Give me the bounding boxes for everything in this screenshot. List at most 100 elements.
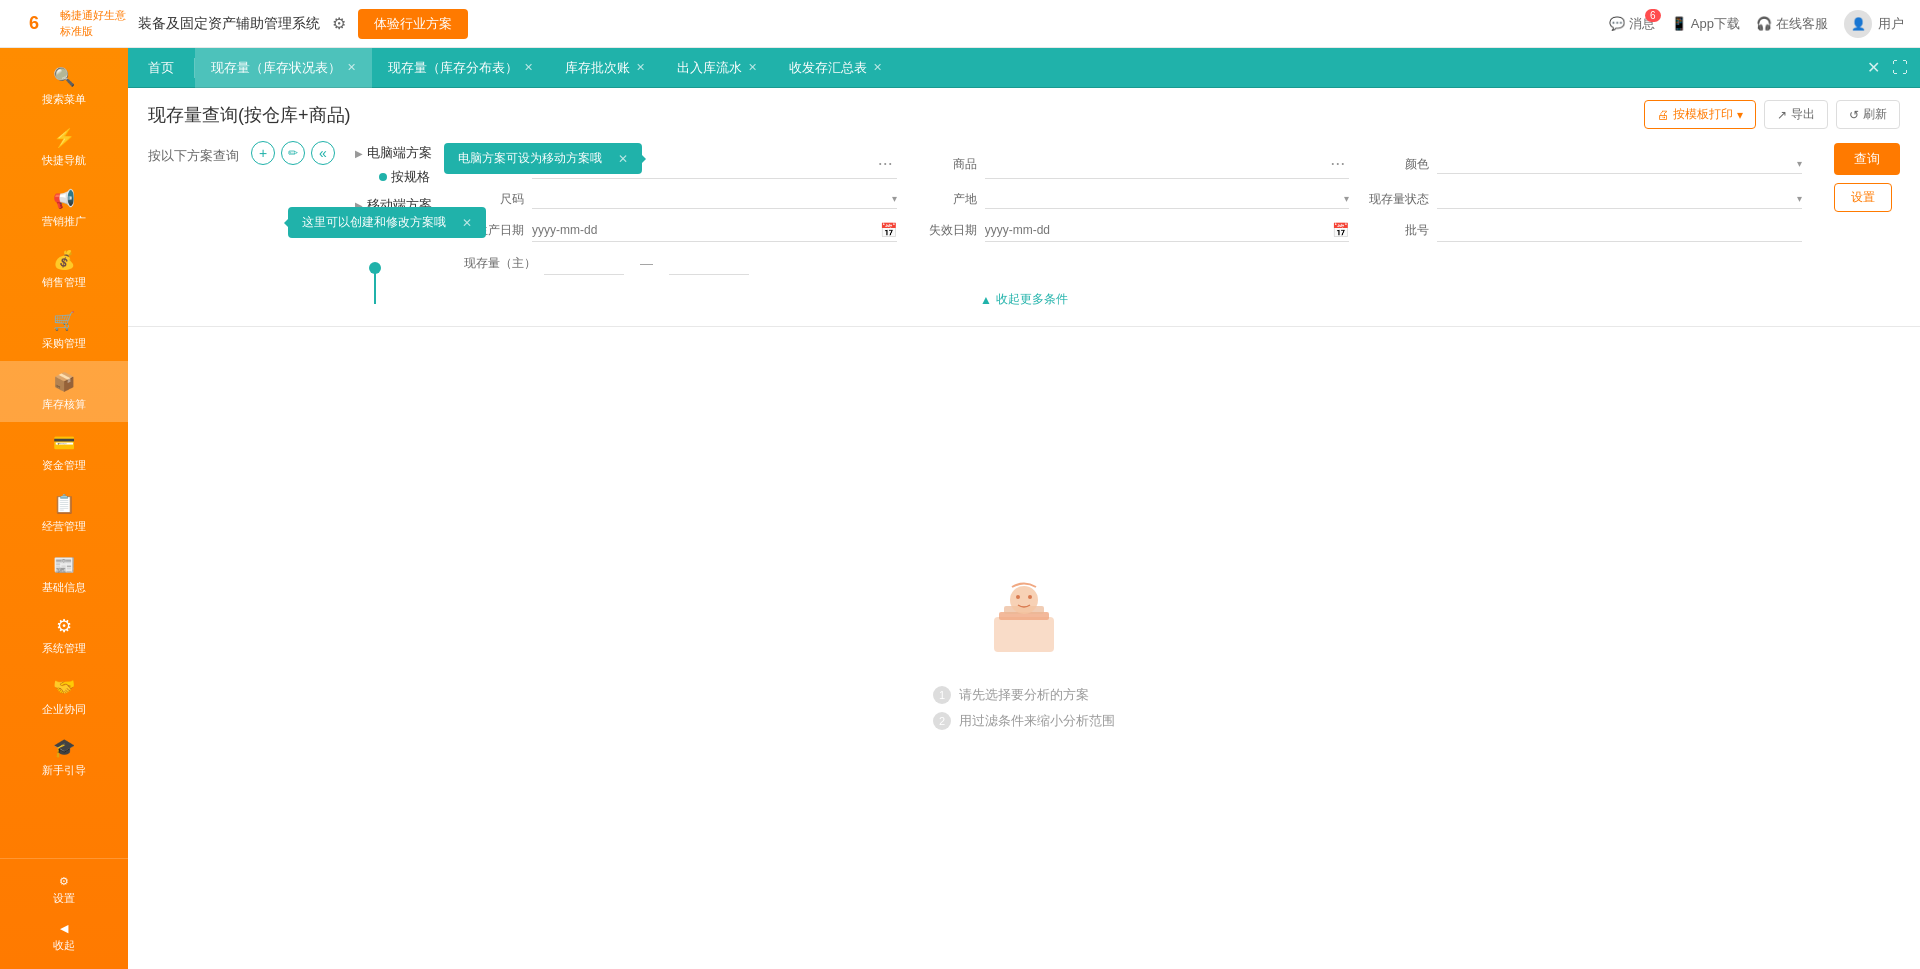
top-bar: 6 畅捷通好生意 标准版 装备及固定资产辅助管理系统 ⚙ 体验行业方案 💬 消息… <box>0 0 1920 48</box>
collapse-up-icon: ▲ <box>980 293 992 307</box>
arrow-right-icon: ▶ <box>355 148 363 159</box>
tab-close-all-icon[interactable]: ✕ <box>1863 54 1884 81</box>
app-container: 6 畅捷通好生意 标准版 装备及固定资产辅助管理系统 ⚙ 体验行业方案 💬 消息… <box>0 0 1920 969</box>
system-name: 装备及固定资产辅助管理系统 <box>138 15 320 33</box>
filter-size: 尺码 ▾ <box>464 189 897 209</box>
svg-point-3 <box>1010 586 1038 614</box>
goods-dots[interactable]: ··· <box>1326 153 1349 174</box>
sidebar-collapse-btn[interactable]: ◀ 收起 <box>0 914 128 961</box>
production-date-input-wrap: 📅 <box>532 219 897 242</box>
back-scheme-btn[interactable]: « <box>311 141 335 165</box>
stock-status-label: 现存量状态 <box>1369 191 1429 208</box>
empty-illustration <box>974 562 1074 662</box>
app-download-btn[interactable]: 📱 App下载 <box>1671 15 1740 33</box>
topbar-right: 💬 消息 6 📱 App下载 🎧 在线客服 👤 用户 <box>1609 10 1904 38</box>
sidebar-item-base[interactable]: 📰 基础信息 <box>0 544 128 605</box>
svg-point-4 <box>1016 595 1020 599</box>
tooltip1-close[interactable]: ✕ <box>618 152 628 166</box>
print-btn[interactable]: 🖨 按模板打印 ▾ <box>1644 100 1756 129</box>
industry-btn[interactable]: 体验行业方案 <box>358 9 468 39</box>
avatar: 👤 <box>1844 10 1872 38</box>
step2-num: 2 <box>933 712 951 730</box>
sidebar-item-search[interactable]: 🔍 搜索菜单 <box>0 56 128 117</box>
print-chevron-icon: ▾ <box>1737 108 1743 122</box>
tab-bar: 首页 现存量（库存状况表） ✕ 现存量（库存分布表） ✕ 库存批次账 ✕ 出入库… <box>128 48 1920 88</box>
scheme-tree: ▶ 电脑端方案 按规格 ▶ 移动端方案 <box>355 141 432 217</box>
stock-status-select[interactable]: ▾ <box>1437 189 1802 209</box>
stock-status-chevron-icon: ▾ <box>1797 193 1802 204</box>
color-select[interactable]: ▾ <box>1437 154 1802 174</box>
filter-stock-main: 现存量（主） — <box>464 252 897 275</box>
search-btn[interactable]: 查询 <box>1834 143 1900 175</box>
stock-main-to-input[interactable] <box>669 252 749 275</box>
scheme-controls: + ✏ « <box>251 141 335 165</box>
goods-select[interactable]: ··· <box>985 149 1350 179</box>
sidebar-item-quicknav[interactable]: ⚡ 快捷导航 <box>0 117 128 178</box>
messages-btn[interactable]: 💬 消息 6 <box>1609 15 1655 33</box>
tab-flow[interactable]: 出入库流水 ✕ <box>661 48 773 88</box>
expiry-date-input[interactable] <box>985 219 1333 241</box>
tab-close-stock-dist[interactable]: ✕ <box>524 61 533 74</box>
tab-batch[interactable]: 库存批次账 ✕ <box>549 48 661 88</box>
sidebar-item-sales[interactable]: 💰 销售管理 <box>0 239 128 300</box>
collapse-more-btn[interactable]: ▲ 收起更多条件 <box>148 285 1900 314</box>
tab-stock-status[interactable]: 现存量（库存状况表） ✕ <box>195 48 372 88</box>
edit-scheme-btn[interactable]: ✏ <box>281 141 305 165</box>
tooltip2-close[interactable]: ✕ <box>462 216 472 230</box>
tab-expand-icon[interactable]: ⛶ <box>1888 55 1912 81</box>
expiry-date-label: 失效日期 <box>917 222 977 239</box>
export-btn[interactable]: ↗ 导出 <box>1764 100 1828 129</box>
sidebar-item-finance[interactable]: 💳 资金管理 <box>0 422 128 483</box>
sidebar-item-purchase[interactable]: 🛒 采购管理 <box>0 300 128 361</box>
user-menu[interactable]: 👤 用户 <box>1844 10 1904 38</box>
settings-icon[interactable]: ⚙ <box>332 14 346 33</box>
content-actions: 🖨 按模板打印 ▾ ↗ 导出 ↺ 刷新 <box>1644 100 1900 129</box>
sidebar-item-marketing[interactable]: 📢 营销推广 <box>0 178 128 239</box>
size-chevron-icon: ▾ <box>892 193 897 204</box>
flash-icon: ⚡ <box>53 127 75 149</box>
size-select[interactable]: ▾ <box>532 189 897 209</box>
content-header: 现存量查询(按仓库+商品) 🖨 按模板打印 ▾ ↗ 导出 ↺ 刷新 <box>128 88 1920 129</box>
tab-close-flow[interactable]: ✕ <box>748 61 757 74</box>
sidebar-settings-btn[interactable]: ⚙ 设置 <box>0 867 128 914</box>
search-btn-area: 查询 设置 <box>1834 143 1900 212</box>
sidebar-item-collab[interactable]: 🤝 企业协同 <box>0 666 128 727</box>
goods-label: 商品 <box>917 156 977 173</box>
add-scheme-btn[interactable]: + <box>251 141 275 165</box>
search-icon: 🔍 <box>53 66 75 88</box>
tab-close-batch[interactable]: ✕ <box>636 61 645 74</box>
warehouse-dots[interactable]: ··· <box>874 153 897 174</box>
headset-icon: 🎧 <box>1756 16 1772 31</box>
sidebar-item-inventory[interactable]: 📦 库存核算 <box>0 361 128 422</box>
settings-footer-icon: ⚙ <box>59 875 69 888</box>
tab-stock-dist[interactable]: 现存量（库存分布表） ✕ <box>372 48 549 88</box>
collapse-icon: ◀ <box>60 922 68 935</box>
scheme-desktop[interactable]: ▶ 电脑端方案 <box>355 141 432 165</box>
production-date-input[interactable] <box>532 219 880 241</box>
origin-select[interactable]: ▾ <box>985 189 1350 209</box>
tab-summary[interactable]: 收发存汇总表 ✕ <box>773 48 898 88</box>
topbar-left: 6 畅捷通好生意 标准版 装备及固定资产辅助管理系统 ⚙ 体验行业方案 <box>16 6 468 42</box>
tab-close-summary[interactable]: ✕ <box>873 61 882 74</box>
scheme-desktop-sub-item[interactable]: 按规格 <box>379 165 432 189</box>
sidebar-item-operations[interactable]: 📋 经营管理 <box>0 483 128 544</box>
set-btn[interactable]: 设置 <box>1834 183 1892 212</box>
sidebar-item-system[interactable]: ⚙ 系统管理 <box>0 605 128 666</box>
tab-home[interactable]: 首页 <box>128 48 194 88</box>
phone-icon: 📱 <box>1671 16 1687 31</box>
tab-close-stock-status[interactable]: ✕ <box>347 61 356 74</box>
sidebar: 🔍 搜索菜单 ⚡ 快捷导航 📢 营销推广 💰 销售管理 🛒 采购管理 <box>0 48 128 969</box>
online-service-btn[interactable]: 🎧 在线客服 <box>1756 15 1828 33</box>
stock-main-from-input[interactable] <box>544 252 624 275</box>
gear-icon: ⚙ <box>56 615 72 637</box>
sidebar-footer: ⚙ 设置 ◀ 收起 <box>0 858 128 969</box>
sidebar-item-guide[interactable]: 🎓 新手引导 <box>0 727 128 788</box>
batch-input[interactable] <box>1437 219 1802 242</box>
refresh-btn[interactable]: ↺ 刷新 <box>1836 100 1900 129</box>
tooltip-desktop-scheme: 电脑方案可设为移动方案哦 ✕ <box>444 143 642 174</box>
filter-expiry-date: 失效日期 📅 <box>917 219 1350 242</box>
clipboard-icon: 📋 <box>53 493 75 515</box>
card-icon: 💳 <box>53 432 75 454</box>
expiry-date-calendar-icon[interactable]: 📅 <box>1332 222 1349 238</box>
production-date-calendar-icon[interactable]: 📅 <box>880 222 897 238</box>
